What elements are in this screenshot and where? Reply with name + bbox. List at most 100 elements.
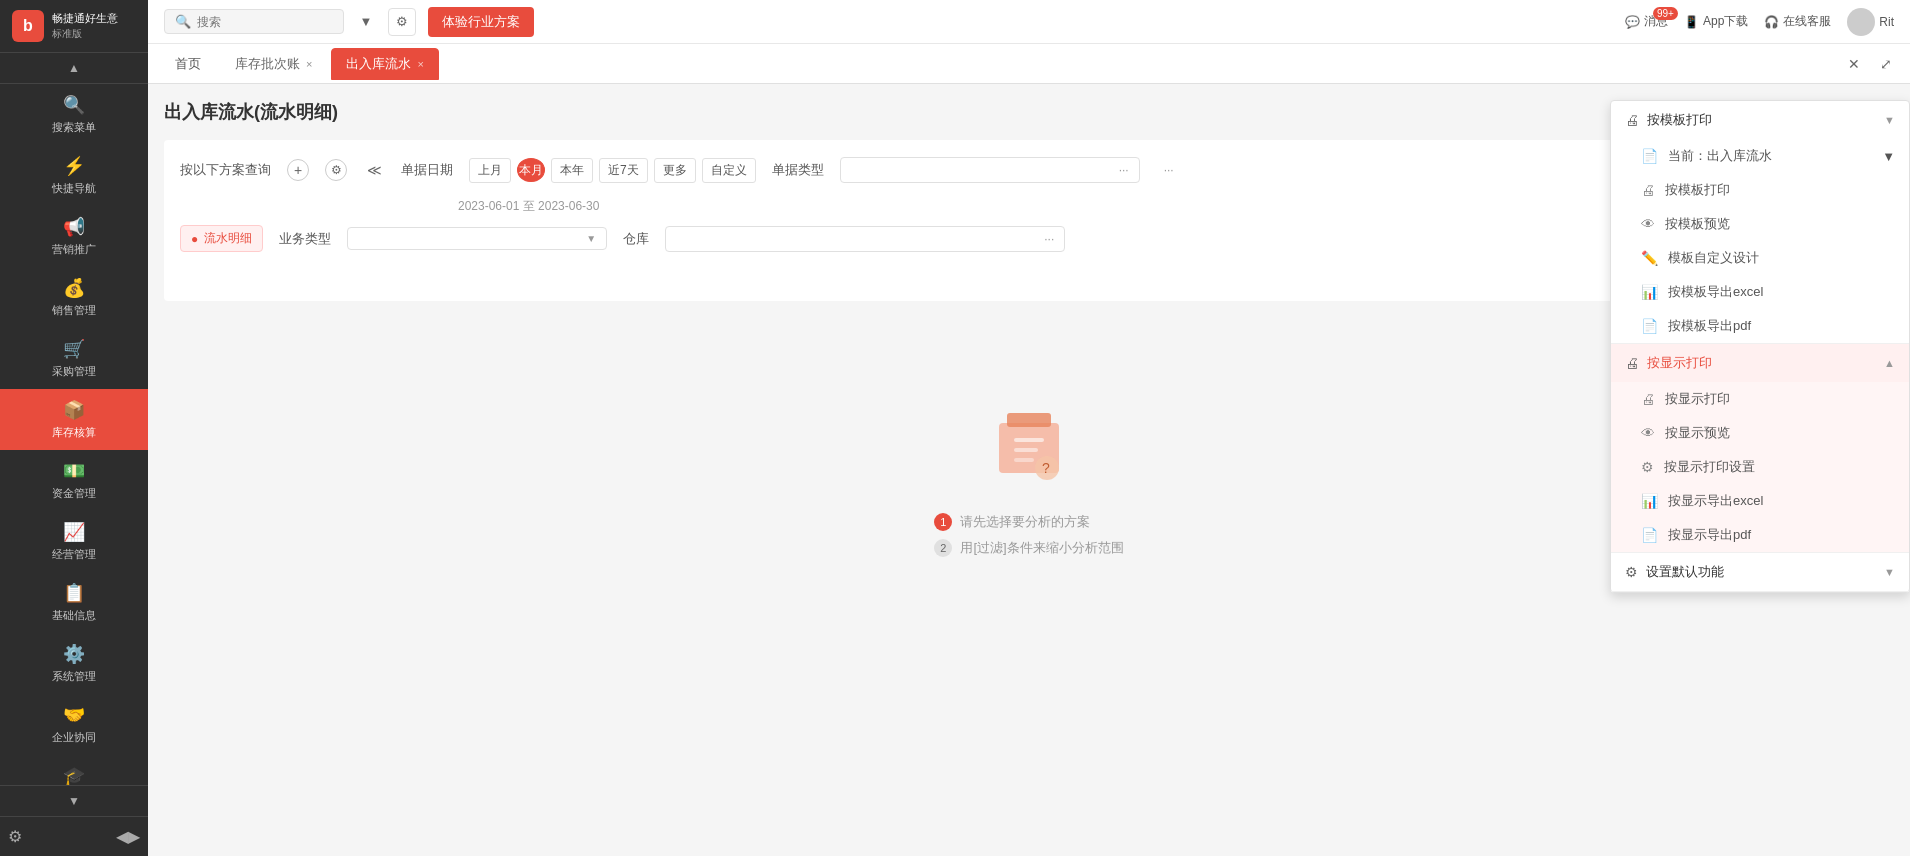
- settings-btn[interactable]: ⚙: [388, 8, 416, 36]
- dropdown-item-display-print-item[interactable]: 🖨 按显示打印: [1611, 382, 1909, 416]
- tab-inout-flow[interactable]: 出入库流水 ×: [331, 48, 438, 80]
- sidebar-label-quick-nav: 快捷导航: [52, 181, 96, 196]
- sidebar-item-system[interactable]: ⚙️ 系统管理: [0, 633, 148, 694]
- dropdown-item-label-current-template: 当前：出入库流水: [1668, 147, 1872, 165]
- scroll-up-btn[interactable]: ▲: [64, 57, 84, 79]
- sidebar-icon-guide: 🎓: [63, 765, 85, 785]
- voucher-more-btn[interactable]: ···: [1119, 163, 1129, 177]
- dropdown-item-label-template-export-pdf: 按模板导出pdf: [1668, 317, 1895, 335]
- tab-home[interactable]: 首页: [160, 48, 216, 80]
- search-dropdown-btn[interactable]: ▼: [356, 12, 376, 32]
- tab-home-label: 首页: [175, 55, 201, 73]
- close-tab-btn[interactable]: ✕: [1842, 52, 1866, 76]
- sidebar-item-guide[interactable]: 🎓 新手引导: [0, 755, 148, 785]
- search-input[interactable]: [197, 15, 317, 29]
- industry-btn[interactable]: 体验行业方案: [428, 7, 534, 37]
- sidebar-item-purchase[interactable]: 🛒 采购管理: [0, 328, 148, 389]
- dropdown-section-icon-set-default: ⚙: [1625, 564, 1638, 580]
- sidebar-bottom: ⚙ ◀▶: [0, 816, 148, 856]
- sidebar-item-inventory[interactable]: 📦 库存核算: [0, 389, 148, 450]
- dropdown-item-display-print-settings[interactable]: ⚙ 按显示打印设置: [1611, 450, 1909, 484]
- app-download-btn[interactable]: 📱 App下载: [1684, 13, 1748, 30]
- search-box[interactable]: 🔍: [164, 9, 344, 34]
- sidebar-item-enterprise[interactable]: 🤝 企业协同: [0, 694, 148, 755]
- filter-tag-icon: ●: [191, 232, 198, 246]
- dropdown-item-template-preview[interactable]: 👁 按模板预览: [1611, 207, 1909, 241]
- dropdown-section-header-template-print[interactable]: 🖨 按模板打印 ▼: [1611, 101, 1909, 139]
- sidebar-item-search[interactable]: 🔍 搜索菜单: [0, 84, 148, 145]
- date-more-btn[interactable]: 更多: [654, 158, 696, 183]
- dropdown-section-arrow-display-print: ▲: [1884, 357, 1895, 369]
- warehouse-more-btn[interactable]: ···: [1044, 232, 1054, 246]
- date-last-month-btn[interactable]: 上月: [469, 158, 511, 183]
- sidebar-item-quick-nav[interactable]: ⚡ 快捷导航: [0, 145, 148, 206]
- filter-expand-btn[interactable]: ≪: [363, 159, 385, 181]
- scroll-down-btn[interactable]: ▼: [64, 790, 84, 812]
- message-badge: 99+: [1653, 7, 1678, 20]
- date-this-month-btn[interactable]: 本月: [517, 158, 545, 182]
- dropdown-section-set-default: ⚙ 设置默认功能 ▼: [1611, 553, 1909, 592]
- dropdown-item-display-export-excel[interactable]: 📊 按显示导出excel: [1611, 484, 1909, 518]
- filter-tag-stream[interactable]: ● 流水明细: [180, 225, 263, 252]
- search-icon: 🔍: [175, 14, 191, 29]
- dropdown-item-template-export-excel[interactable]: 📊 按模板导出excel: [1611, 275, 1909, 309]
- date-custom-btn[interactable]: 自定义: [702, 158, 756, 183]
- tab-inventory-batch[interactable]: 库存批次账 ×: [220, 48, 327, 80]
- expand-tab-btn[interactable]: ⤢: [1874, 52, 1898, 76]
- date-7days-btn[interactable]: 近7天: [599, 158, 648, 183]
- tab-inventory-batch-close[interactable]: ×: [306, 58, 312, 70]
- dropdown-item-label-display-print-item: 按显示打印: [1665, 390, 1895, 408]
- dropdown-item-template-print-item[interactable]: 🖨 按模板打印: [1611, 173, 1909, 207]
- headset-icon: 🎧: [1764, 15, 1779, 29]
- tab-inout-flow-close[interactable]: ×: [417, 58, 423, 70]
- sidebar-item-sales[interactable]: 💰 销售管理: [0, 267, 148, 328]
- dropdown-section-label-template-print: 按模板打印: [1647, 111, 1712, 129]
- filter-dots: ···: [1164, 163, 1174, 177]
- topbar-right: 💬 消息 99+ 📱 App下载 🎧 在线客服 Rit: [1625, 8, 1894, 36]
- dropdown-item-display-preview[interactable]: 👁 按显示预览: [1611, 416, 1909, 450]
- business-type-label: 业务类型: [279, 230, 331, 248]
- app-logo: b 畅捷通好生意 标准版: [0, 0, 148, 53]
- tabs-actions: ✕ ⤢: [1842, 52, 1898, 76]
- phone-icon: 📱: [1684, 15, 1699, 29]
- business-type-select[interactable]: ▼: [347, 227, 607, 250]
- voucher-type-field[interactable]: ···: [840, 157, 1140, 183]
- dropdown-section-label-set-default: 设置默认功能: [1646, 563, 1724, 581]
- message-btn[interactable]: 💬 消息 99+: [1625, 13, 1668, 30]
- user-menu[interactable]: Rit: [1847, 8, 1894, 36]
- dropdown-item-arrow-current-template: ▼: [1882, 149, 1895, 164]
- step-2-text: 用[过滤]条件来缩小分析范围: [960, 539, 1123, 557]
- page-content: 出入库流水(流水明细) 🖨 按模板打印 ▲ ↑ 导出 ↻ 刷新 按以下方案查询 …: [148, 84, 1910, 856]
- sidebar-icon-inventory: 📦: [63, 399, 85, 421]
- filter-settings-btn[interactable]: ⚙: [325, 159, 347, 181]
- filter-add-btn[interactable]: +: [287, 159, 309, 181]
- sidebar-item-basic-info[interactable]: 📋 基础信息: [0, 572, 148, 633]
- settings-icon[interactable]: ⚙: [8, 827, 22, 846]
- tabs-bar: 首页 库存批次账 × 出入库流水 × ✕ ⤢: [148, 44, 1910, 84]
- sidebar-icon-operations: 📈: [63, 521, 85, 543]
- dropdown-section-header-display-print[interactable]: 🖨 按显示打印 ▲: [1611, 344, 1909, 382]
- sidebar-label-search: 搜索菜单: [52, 120, 96, 135]
- svg-text:?: ?: [1042, 460, 1050, 476]
- dropdown-section-header-set-default[interactable]: ⚙ 设置默认功能 ▼: [1611, 553, 1909, 591]
- dropdown-item-template-export-pdf[interactable]: 📄 按模板导出pdf: [1611, 309, 1909, 343]
- dropdown-item-current-template[interactable]: 📄 当前：出入库流水 ▼: [1611, 139, 1909, 173]
- online-service-btn[interactable]: 🎧 在线客服: [1764, 13, 1831, 30]
- collapse-sidebar-icon[interactable]: ◀▶: [116, 827, 140, 846]
- sidebar-icon-basic-info: 📋: [63, 582, 85, 604]
- date-this-year-btn[interactable]: 本年: [551, 158, 593, 183]
- main-area: 🔍 ▼ ⚙ 体验行业方案 💬 消息 99+ 📱 App下载 🎧 在线客服 Rit: [148, 0, 1910, 856]
- warehouse-field[interactable]: ···: [665, 226, 1065, 252]
- sidebar-item-operations[interactable]: 📈 经营管理: [0, 511, 148, 572]
- dropdown-item-template-custom[interactable]: ✏️ 模板自定义设计: [1611, 241, 1909, 275]
- sidebar-item-marketing[interactable]: 📢 营销推广: [0, 206, 148, 267]
- dropdown-section-arrow-set-default: ▼: [1884, 566, 1895, 578]
- dropdown-item-icon-display-print-item: 🖨: [1641, 391, 1655, 407]
- sidebar-item-finance[interactable]: 💵 资金管理: [0, 450, 148, 511]
- sidebar-label-system: 系统管理: [52, 669, 96, 684]
- dropdown-item-label-template-export-excel: 按模板导出excel: [1668, 283, 1895, 301]
- dropdown-item-display-export-pdf[interactable]: 📄 按显示导出pdf: [1611, 518, 1909, 552]
- dropdown-section-display-print: 🖨 按显示打印 ▲ 🖨 按显示打印 👁 按显示预览 ⚙ 按显示打印设置 📊: [1611, 344, 1909, 553]
- empty-step-2: 2 用[过滤]条件来缩小分析范围: [934, 539, 1123, 557]
- svg-rect-1: [1007, 413, 1051, 427]
